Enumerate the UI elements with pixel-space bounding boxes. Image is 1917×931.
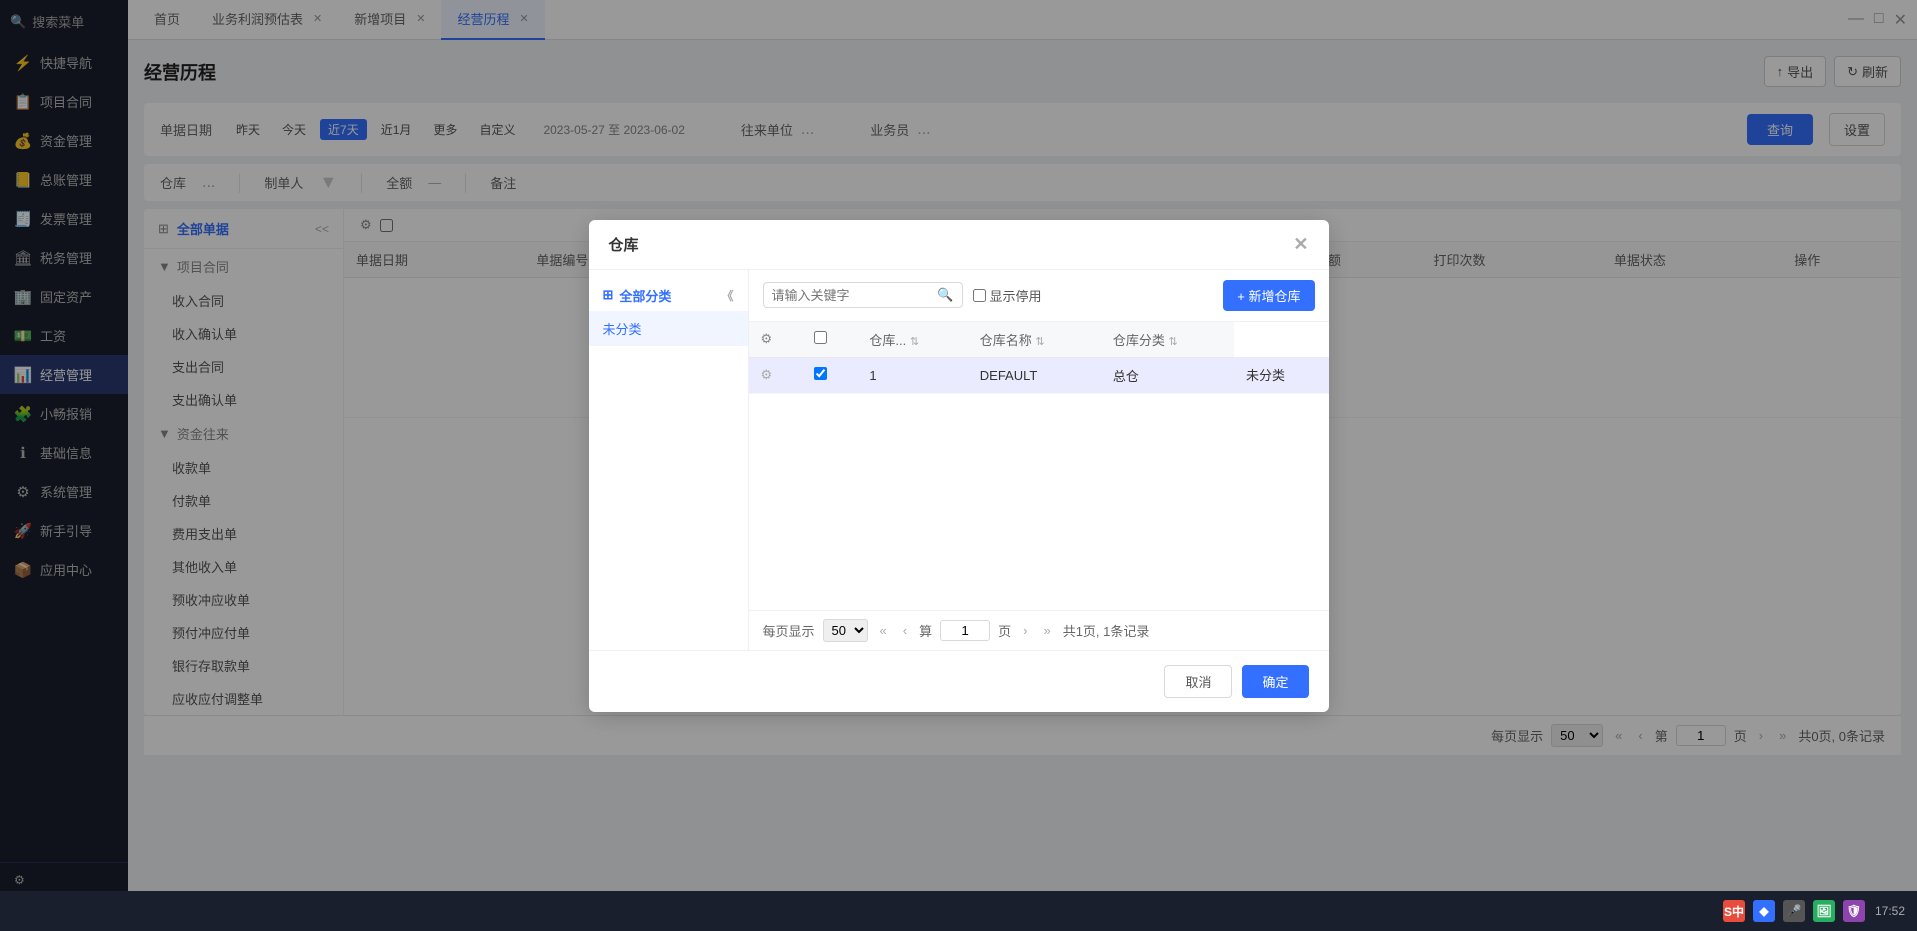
add-warehouse-button[interactable]: + 新增仓库 <box>1223 280 1314 311</box>
dialog-col-1 <box>802 322 857 358</box>
search-input[interactable] <box>772 288 932 303</box>
taskbar-icon-mic[interactable]: 🎤 <box>1783 900 1805 922</box>
dialog-close-button[interactable]: ✕ <box>1293 234 1308 255</box>
dialog-prev-btn[interactable]: ‹ <box>899 621 911 640</box>
search-wrapper: 🔍 <box>763 282 963 308</box>
row-index: 1 <box>857 357 967 393</box>
taskbar-icon-dot[interactable]: ◆ <box>1753 900 1775 922</box>
dialog-per-page-label: 每页显示 <box>763 621 815 640</box>
dialog-toolbar: 🔍 显示停用 + 新增仓库 <box>749 270 1329 322</box>
dialog-next-btn[interactable]: › <box>1019 621 1031 640</box>
taskbar-icon-s[interactable]: S中 <box>1723 900 1745 922</box>
taskbar-icon-img[interactable]: 🖼 <box>1813 900 1835 922</box>
taskbar-icons: S中 ◆ 🎤 🖼 🛡 <box>1723 900 1865 922</box>
row-category: 未分类 <box>1234 357 1328 393</box>
show-disabled-label[interactable]: 显示停用 <box>973 286 1042 305</box>
taskbar: S中 ◆ 🎤 🖼 🛡 17:52 <box>0 891 1917 931</box>
dialog-table-wrapper: ⚙ 仓库... ⇅仓库名称 ⇅仓库分类 ⇅ ⚙ 1 DEFAULT 总仓 未分类 <box>749 322 1329 610</box>
dialog-col-2: 仓库... ⇅ <box>857 322 967 358</box>
dialog-overlay[interactable]: 仓库 ✕ ⊞ 全部分类 《 未分类 🔍 <box>0 0 1917 931</box>
dialog-settings-icon[interactable]: ⚙ <box>761 331 773 346</box>
dialog-select-all[interactable] <box>814 331 827 344</box>
dialog-title: 仓库 <box>609 234 639 255</box>
dialog-sidebar: ⊞ 全部分类 《 未分类 <box>589 270 749 650</box>
dialog-col-0: ⚙ <box>749 322 802 358</box>
confirm-button[interactable]: 确定 <box>1242 665 1308 698</box>
dialog-col-3: 仓库名称 ⇅ <box>968 322 1101 358</box>
grid-icon: ⊞ <box>603 287 614 303</box>
dialog-header: 仓库 ✕ <box>589 220 1329 270</box>
dialog-page-label: 算 <box>919 621 932 640</box>
dialog-total: 共1页, 1条记录 <box>1063 621 1150 640</box>
dialog-last-btn[interactable]: » <box>1039 621 1054 640</box>
dialog-table: ⚙ 仓库... ⇅仓库名称 ⇅仓库分类 ⇅ ⚙ 1 DEFAULT 总仓 未分类 <box>749 322 1329 394</box>
dialog-pagination: 每页显示 50 « ‹ 算 页 › » 共1页, 1条记录 <box>749 610 1329 650</box>
warehouse-dialog: 仓库 ✕ ⊞ 全部分类 《 未分类 🔍 <box>589 220 1329 712</box>
sidebar-collapse-icon[interactable]: 《 <box>721 287 733 304</box>
row-checkbox[interactable] <box>802 357 857 393</box>
taskbar-icon-shield[interactable]: 🛡 <box>1843 900 1865 922</box>
dialog-body: ⊞ 全部分类 《 未分类 🔍 显示停用 <box>589 270 1329 650</box>
row-name: 总仓 <box>1101 357 1234 393</box>
dialog-col-4: 仓库分类 ⇅ <box>1101 322 1234 358</box>
dialog-next-label: 页 <box>998 621 1011 640</box>
dialog-main: 🔍 显示停用 + 新增仓库 ⚙ 仓库... ⇅仓库名称 ⇅仓库分类 ⇅ <box>749 270 1329 650</box>
row-code: DEFAULT <box>968 357 1101 393</box>
dialog-actions: 取消 确定 <box>589 650 1329 712</box>
taskbar-time: 17:52 <box>1875 904 1905 918</box>
row-settings[interactable]: ⚙ <box>749 357 802 393</box>
show-disabled-checkbox[interactable] <box>973 289 986 302</box>
search-icon: 🔍 <box>937 287 953 303</box>
dialog-per-page-select[interactable]: 50 <box>823 619 868 642</box>
dialog-page-input[interactable] <box>940 620 990 641</box>
dialog-first-btn[interactable]: « <box>876 621 891 640</box>
dialog-table-row[interactable]: ⚙ 1 DEFAULT 总仓 未分类 <box>749 357 1329 393</box>
dialog-sidebar-header[interactable]: ⊞ 全部分类 《 <box>589 280 748 311</box>
cancel-button[interactable]: 取消 <box>1164 665 1232 698</box>
dialog-sidebar-item-未分类[interactable]: 未分类 <box>589 311 748 346</box>
